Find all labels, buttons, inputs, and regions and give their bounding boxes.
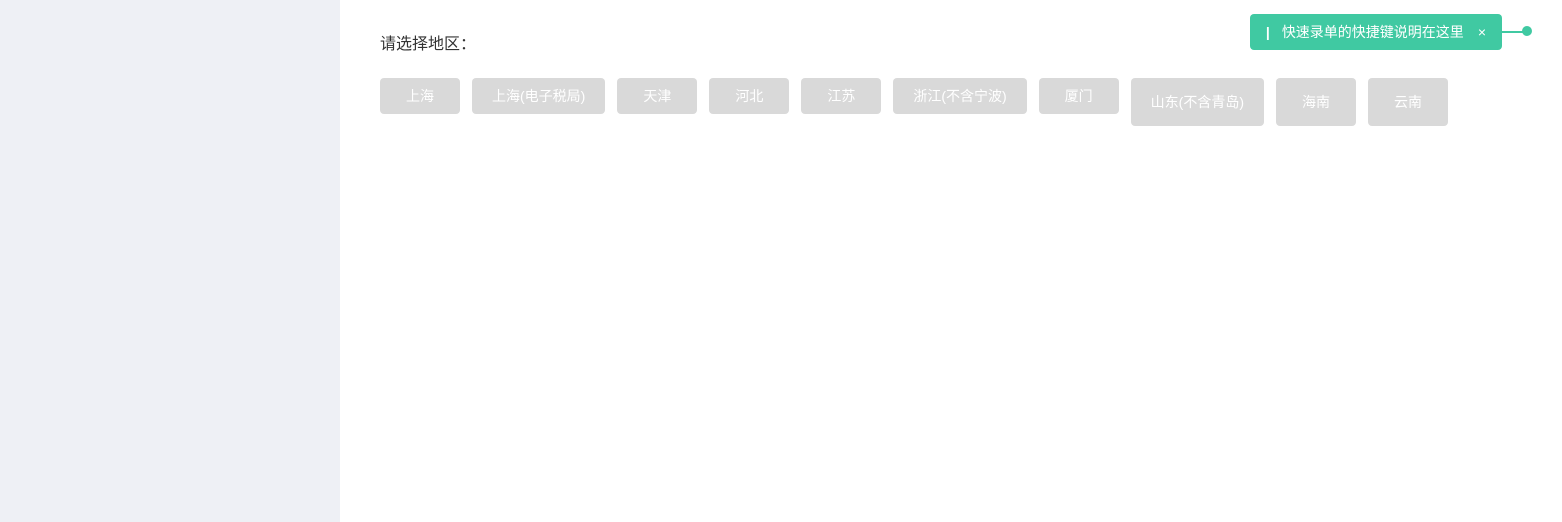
- region-button-2[interactable]: 天津: [617, 78, 697, 114]
- left-sidebar: [0, 0, 340, 522]
- region-button-row2-0[interactable]: 山东(不含青岛): [1131, 78, 1264, 126]
- region-button-6[interactable]: 厦门: [1039, 78, 1119, 114]
- region-button-row2-1[interactable]: 海南: [1276, 78, 1356, 126]
- region-button-5[interactable]: 浙江(不含宁波): [893, 78, 1026, 114]
- region-buttons: 上海上海(电子税局) 天津河北江苏浙江(不含宁波) 厦门 山东(不含青岛)海南云南: [380, 78, 1522, 126]
- tooltip-banner: 快速录单的快捷键说明在这里 ×: [1250, 14, 1502, 50]
- region-button-row2-2[interactable]: 云南: [1368, 78, 1448, 126]
- tooltip-text: 快速录单的快捷键说明在这里: [1282, 22, 1464, 42]
- tooltip-dot: [1522, 26, 1532, 36]
- main-content: 请选择地区： 上海上海(电子税局)天津河北江苏浙江(不含宁波)厦门 山东(不含青…: [340, 0, 1562, 522]
- region-button-4[interactable]: 江苏: [801, 78, 881, 114]
- region-button-1[interactable]: 上海(电子税局): [472, 78, 605, 114]
- tooltip-close-button[interactable]: ×: [1478, 24, 1486, 40]
- region-row-2: 山东(不含青岛)海南云南: [1131, 78, 1448, 126]
- region-button-0[interactable]: 上海: [380, 78, 460, 114]
- region-button-3[interactable]: 河北: [709, 78, 789, 114]
- region-row-1: 上海上海(电子税局) 天津河北江苏浙江(不含宁波) 厦门: [380, 78, 1119, 114]
